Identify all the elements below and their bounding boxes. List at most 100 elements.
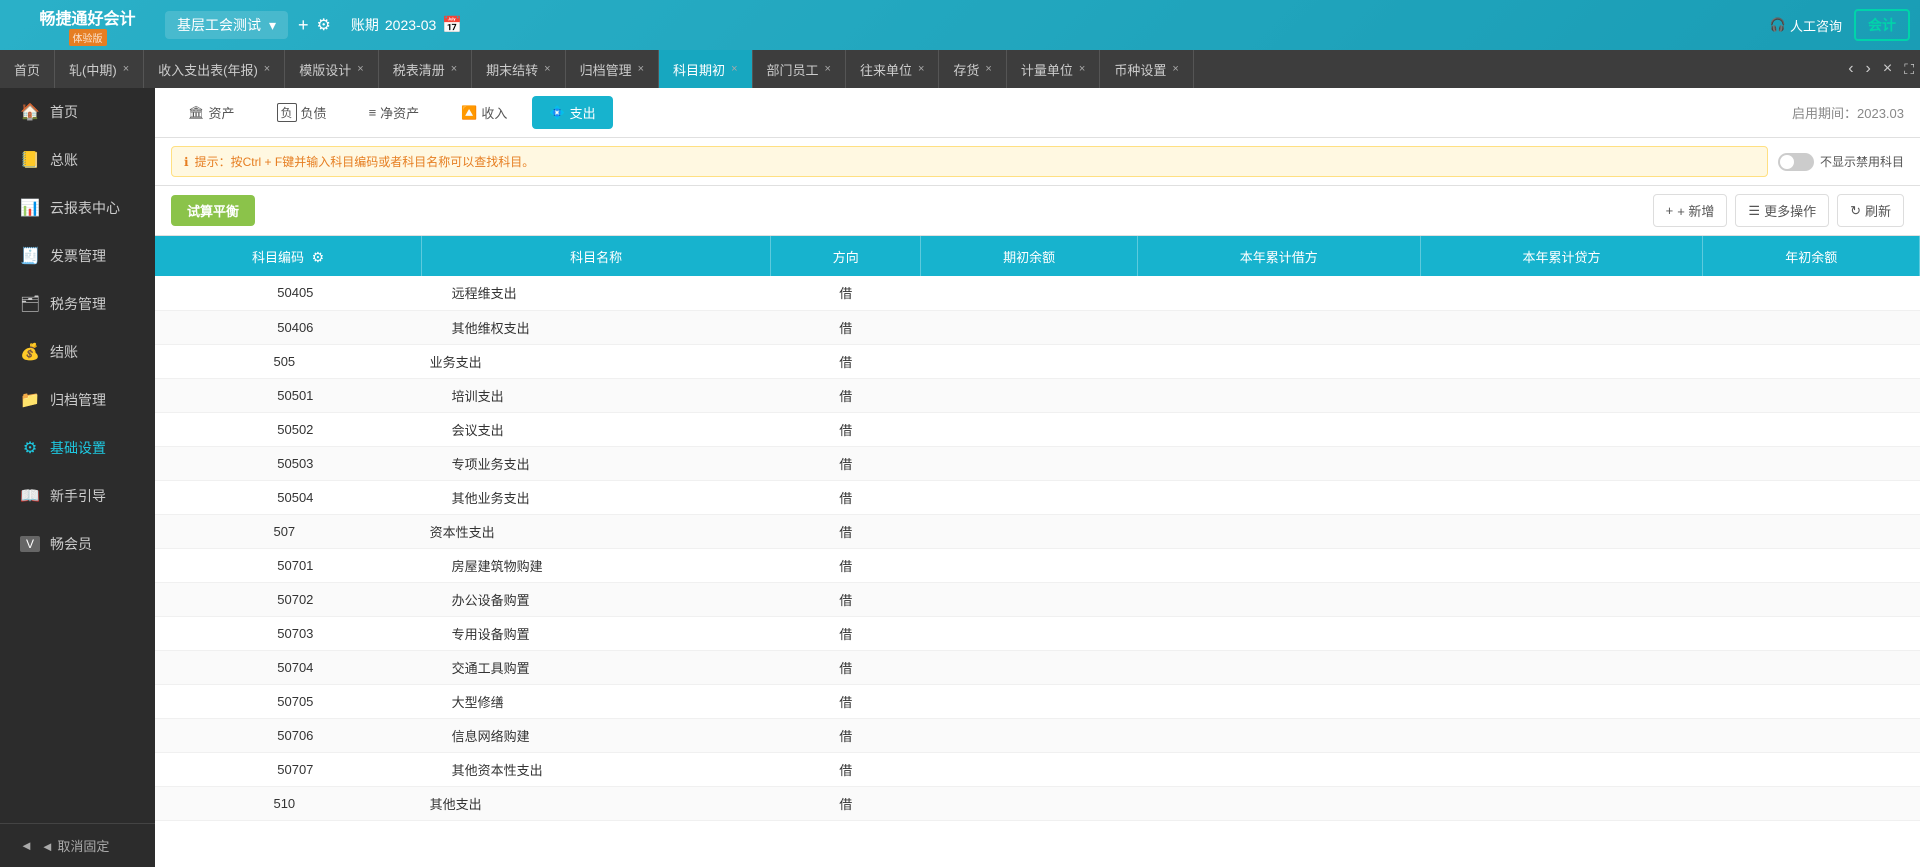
tab-mid-period[interactable]: 轧(中期) × bbox=[55, 50, 144, 88]
cell-annual-debit bbox=[1137, 412, 1420, 446]
close-icon[interactable]: × bbox=[123, 63, 129, 75]
settings-icon: ⚙ bbox=[20, 438, 40, 458]
cell-annual-balance bbox=[1703, 276, 1920, 310]
subtab-expenditure[interactable]: 💠 支出 bbox=[532, 96, 612, 129]
close-icon[interactable]: × bbox=[731, 63, 737, 75]
cell-annual-balance bbox=[1703, 344, 1920, 378]
column-settings-icon[interactable]: ⚙ bbox=[312, 249, 325, 265]
sidebar: 🏠 首页 📒 总账 📊 云报表中心 🧾 发票管理 🗂 税务管理 💰 结账 📁 归… bbox=[0, 88, 155, 867]
table-row[interactable]: 50405远程维支出借 bbox=[155, 276, 1920, 310]
close-icon[interactable]: × bbox=[451, 63, 457, 75]
tab-label: 归档管理 bbox=[580, 60, 632, 79]
cell-code: 50501 bbox=[155, 378, 422, 412]
tab-bar: 首页 轧(中期) × 收入支出表(年报) × 模版设计 × 税表清册 × 期末结… bbox=[0, 50, 1920, 88]
cell-name: 其他支出 bbox=[422, 786, 771, 820]
close-icon[interactable]: × bbox=[825, 63, 831, 75]
close-icon[interactable]: × bbox=[544, 63, 550, 75]
sidebar-item-archive[interactable]: 📁 归档管理 bbox=[0, 376, 155, 424]
tab-tax-forms[interactable]: 税表清册 × bbox=[379, 50, 472, 88]
table-row[interactable]: 50706信息网络购建借 bbox=[155, 718, 1920, 752]
close-icon[interactable]: × bbox=[264, 63, 270, 75]
tab-inventory[interactable]: 存货 × bbox=[939, 50, 1006, 88]
sidebar-item-settlement[interactable]: 💰 结账 bbox=[0, 328, 155, 376]
sidebar-item-member[interactable]: V 畅会员 bbox=[0, 520, 155, 568]
close-icon[interactable]: × bbox=[357, 63, 363, 75]
tab-currency[interactable]: 币种设置 × bbox=[1100, 50, 1193, 88]
logo-title: 畅捷通好会计 bbox=[39, 5, 135, 29]
add-button[interactable]: + + 新增 bbox=[1653, 194, 1728, 227]
table-row[interactable]: 510其他支出借 bbox=[155, 786, 1920, 820]
table-row[interactable]: 50504其他业务支出借 bbox=[155, 480, 1920, 514]
table-row[interactable]: 505业务支出借 bbox=[155, 344, 1920, 378]
archive-icon: 📁 bbox=[20, 390, 40, 410]
calendar-icon[interactable]: 📅 bbox=[442, 15, 462, 35]
gear-icon[interactable]: ⚙ bbox=[317, 15, 331, 35]
table-row[interactable]: 50501培训支出借 bbox=[155, 378, 1920, 412]
table-row[interactable]: 50704交通工具购置借 bbox=[155, 650, 1920, 684]
close-icon[interactable]: × bbox=[985, 63, 991, 75]
table-row[interactable]: 50703专用设备购置借 bbox=[155, 616, 1920, 650]
table-row[interactable]: 50503专项业务支出借 bbox=[155, 446, 1920, 480]
table-row[interactable]: 50705大型修缮借 bbox=[155, 684, 1920, 718]
sidebar-item-home[interactable]: 🏠 首页 bbox=[0, 88, 155, 136]
collapse-icon: ◄ bbox=[20, 838, 33, 853]
sidebar-item-invoice[interactable]: 🧾 发票管理 bbox=[0, 232, 155, 280]
close-icon[interactable]: × bbox=[1079, 63, 1085, 75]
table-row[interactable]: 50701房屋建筑物购建借 bbox=[155, 548, 1920, 582]
tab-units[interactable]: 计量单位 × bbox=[1007, 50, 1100, 88]
sidebar-item-general-ledger[interactable]: 📒 总账 bbox=[0, 136, 155, 184]
tab-close-all-button[interactable]: × bbox=[1877, 60, 1898, 78]
add-icon[interactable]: + bbox=[298, 15, 309, 36]
support-button[interactable]: 🎧 人工咨询 bbox=[1770, 16, 1842, 35]
subtab-net-assets[interactable]: ≡ 净资产 bbox=[352, 96, 437, 129]
cell-annual-balance bbox=[1703, 310, 1920, 344]
subtab-liabilities[interactable]: 负 负债 bbox=[260, 96, 344, 129]
sidebar-item-guide[interactable]: 📖 新手引导 bbox=[0, 472, 155, 520]
toggle-switch[interactable]: 不显示禁用科目 bbox=[1778, 153, 1904, 171]
close-icon[interactable]: × bbox=[1172, 63, 1178, 75]
cell-annual-balance bbox=[1703, 650, 1920, 684]
sidebar-item-tax[interactable]: 🗂 税务管理 bbox=[0, 280, 155, 328]
cell-name: 其他业务支出 bbox=[422, 480, 771, 514]
tab-income-report[interactable]: 收入支出表(年报) × bbox=[144, 50, 285, 88]
table-row[interactable]: 50707其他资本性支出借 bbox=[155, 752, 1920, 786]
account-button[interactable]: 会计 bbox=[1854, 9, 1910, 41]
close-icon[interactable]: × bbox=[638, 63, 644, 75]
subtab-assets[interactable]: 🏛 资产 bbox=[171, 96, 252, 129]
cell-name: 办公设备购置 bbox=[422, 582, 771, 616]
more-button[interactable]: ☰ 更多操作 bbox=[1735, 194, 1829, 227]
tab-prev-button[interactable]: ‹ bbox=[1842, 60, 1859, 78]
cell-initial-balance bbox=[921, 276, 1138, 310]
sidebar-label: 发票管理 bbox=[50, 246, 106, 266]
top-right: 🎧 人工咨询 会计 bbox=[1770, 9, 1910, 41]
subtab-income[interactable]: 🔼 收入 bbox=[444, 96, 524, 129]
balance-button[interactable]: 试算平衡 bbox=[171, 195, 255, 226]
collapse-label: ◄ 取消固定 bbox=[41, 836, 109, 855]
tab-departments[interactable]: 部门员工 × bbox=[753, 50, 846, 88]
table-row[interactable]: 50702办公设备购置借 bbox=[155, 582, 1920, 616]
tab-template[interactable]: 模版设计 × bbox=[285, 50, 378, 88]
sidebar-collapse-button[interactable]: ◄ ◄ 取消固定 bbox=[0, 823, 155, 867]
tab-contacts[interactable]: 往来单位 × bbox=[846, 50, 939, 88]
tab-subject-initial[interactable]: 科目期初 × bbox=[659, 50, 752, 88]
tab-archive[interactable]: 归档管理 × bbox=[566, 50, 659, 88]
company-selector[interactable]: 基层工会测试 ▾ bbox=[165, 11, 288, 39]
refresh-button[interactable]: ↻ 刷新 bbox=[1837, 194, 1904, 227]
cell-initial-balance bbox=[921, 582, 1138, 616]
cell-annual-balance bbox=[1703, 446, 1920, 480]
table-row[interactable]: 507资本性支出借 bbox=[155, 514, 1920, 548]
sidebar-item-report-center[interactable]: 📊 云报表中心 bbox=[0, 184, 155, 232]
sidebar-item-settings[interactable]: ⚙ 基础设置 bbox=[0, 424, 155, 472]
close-icon[interactable]: × bbox=[918, 63, 924, 75]
cell-annual-balance bbox=[1703, 684, 1920, 718]
tab-expand-button[interactable]: ⛶ bbox=[1898, 61, 1920, 78]
tab-next-button[interactable]: › bbox=[1860, 60, 1877, 78]
content-area: 🏛 资产 负 负债 ≡ 净资产 🔼 收入 💠 支出 启用期间：2023.03 bbox=[155, 88, 1920, 867]
tab-home[interactable]: 首页 bbox=[0, 50, 55, 88]
tab-period-transfer[interactable]: 期末结转 × bbox=[472, 50, 565, 88]
toolbar: ℹ 提示：按Ctrl + F键并输入科目编码或者科目名称可以查找科目。 不显示禁… bbox=[155, 138, 1920, 186]
toggle-control[interactable] bbox=[1778, 153, 1814, 171]
table-row[interactable]: 50502会议支出借 bbox=[155, 412, 1920, 446]
table-row[interactable]: 50406其他维权支出借 bbox=[155, 310, 1920, 344]
cell-annual-balance bbox=[1703, 412, 1920, 446]
